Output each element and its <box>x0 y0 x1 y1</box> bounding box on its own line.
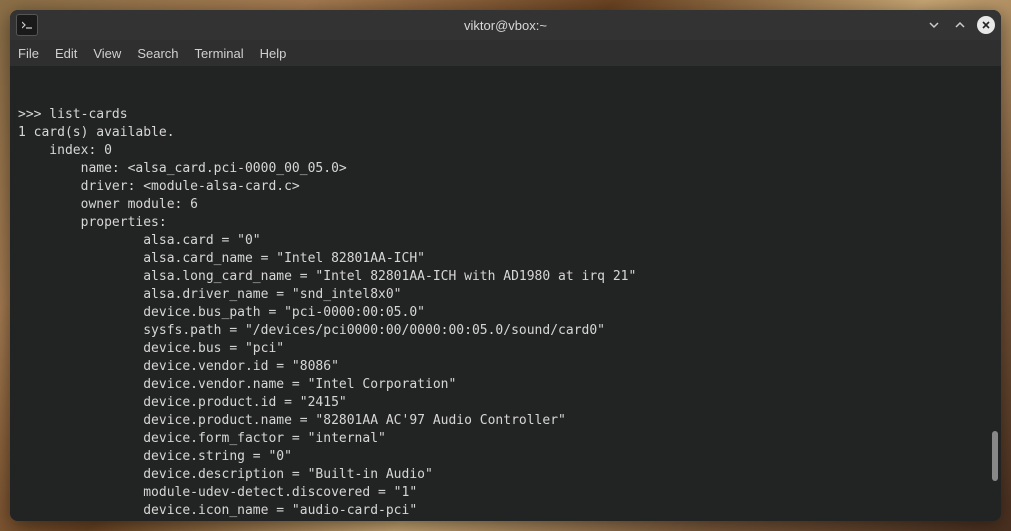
menu-view[interactable]: View <box>93 46 121 61</box>
menu-file[interactable]: File <box>18 46 39 61</box>
terminal-line: name: <alsa_card.pci-0000_00_05.0> <box>18 160 993 178</box>
terminal-line: module-udev-detect.discovered = "1" <box>18 484 993 502</box>
menu-search[interactable]: Search <box>137 46 178 61</box>
terminal-line: alsa.long_card_name = "Intel 82801AA-ICH… <box>18 268 993 286</box>
terminal-line: device.description = "Built-in Audio" <box>18 466 993 484</box>
terminal-line: device.form_factor = "internal" <box>18 430 993 448</box>
terminal-line: alsa.card = "0" <box>18 232 993 250</box>
window-controls <box>925 16 995 34</box>
maximize-button[interactable] <box>951 16 969 34</box>
terminal-line: device.bus_path = "pci-0000:00:05.0" <box>18 304 993 322</box>
terminal-line: profiles: <box>18 520 993 521</box>
terminal-line: device.string = "0" <box>18 448 993 466</box>
terminal-line: alsa.driver_name = "snd_intel8x0" <box>18 286 993 304</box>
terminal-line: sysfs.path = "/devices/pci0000:00/0000:0… <box>18 322 993 340</box>
terminal-line: properties: <box>18 214 993 232</box>
terminal-line: 1 card(s) available. <box>18 124 993 142</box>
terminal-window: viktor@vbox:~ File Edit View Search Term… <box>10 10 1001 521</box>
terminal-output[interactable]: >>> list-cards1 card(s) available. index… <box>10 66 1001 521</box>
terminal-line: device.vendor.id = "8086" <box>18 358 993 376</box>
terminal-line: index: 0 <box>18 142 993 160</box>
scrollbar-thumb[interactable] <box>992 431 998 481</box>
terminal-line: device.bus = "pci" <box>18 340 993 358</box>
terminal-line: device.vendor.name = "Intel Corporation" <box>18 376 993 394</box>
menubar: File Edit View Search Terminal Help <box>10 40 1001 66</box>
terminal-line: alsa.card_name = "Intel 82801AA-ICH" <box>18 250 993 268</box>
titlebar[interactable]: viktor@vbox:~ <box>10 10 1001 40</box>
menu-help[interactable]: Help <box>260 46 287 61</box>
terminal-line: owner module: 6 <box>18 196 993 214</box>
terminal-line: >>> list-cards <box>18 106 993 124</box>
terminal-line: driver: <module-alsa-card.c> <box>18 178 993 196</box>
menu-edit[interactable]: Edit <box>55 46 77 61</box>
app-icon <box>16 14 38 36</box>
minimize-button[interactable] <box>925 16 943 34</box>
menu-terminal[interactable]: Terminal <box>195 46 244 61</box>
terminal-line: device.icon_name = "audio-card-pci" <box>18 502 993 520</box>
close-button[interactable] <box>977 16 995 34</box>
terminal-line: device.product.name = "82801AA AC'97 Aud… <box>18 412 993 430</box>
terminal-line: device.product.id = "2415" <box>18 394 993 412</box>
window-title: viktor@vbox:~ <box>464 18 547 33</box>
